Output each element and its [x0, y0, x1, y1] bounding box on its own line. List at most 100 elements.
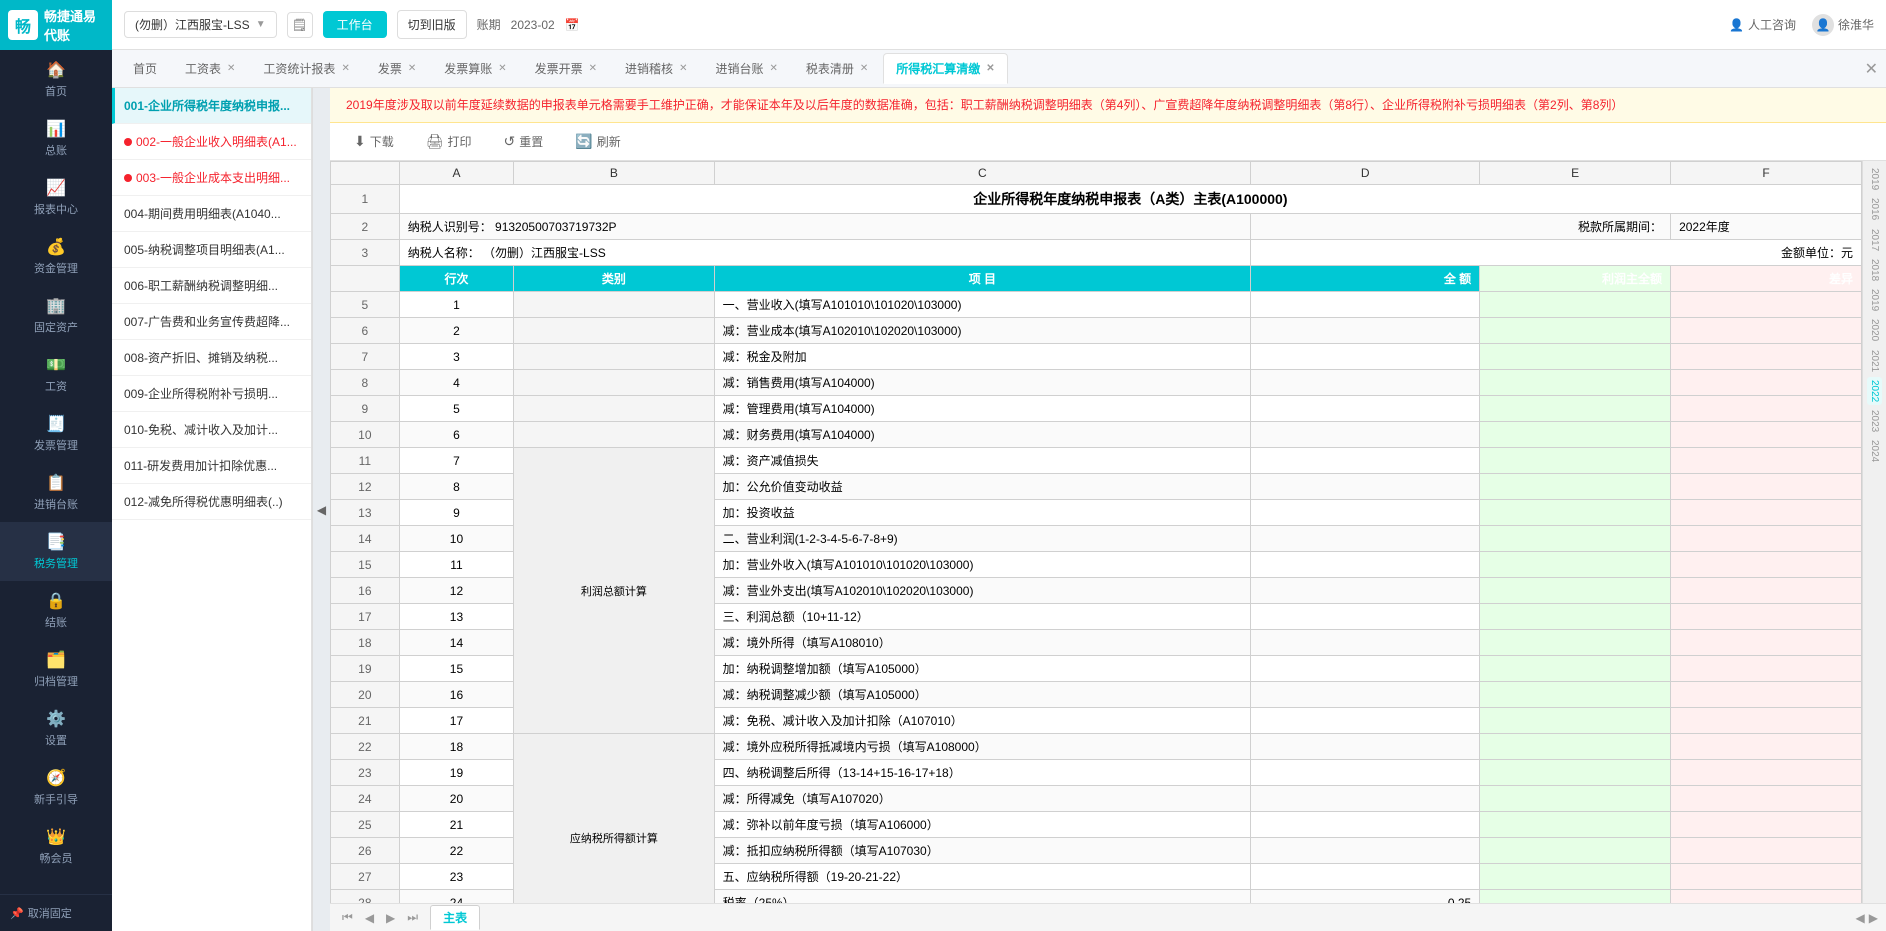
- left-panel-item-012[interactable]: 012-减免所得税优惠明细表(..): [112, 484, 311, 520]
- sheet-nav-last-icon[interactable]: ⏭: [403, 910, 422, 925]
- sidebar-item-tax[interactable]: 📑税务管理: [0, 522, 112, 581]
- row-profit[interactable]: [1480, 318, 1671, 344]
- tab-close-icon[interactable]: ✕: [986, 63, 994, 74]
- row-diff[interactable]: [1671, 448, 1862, 474]
- sidebar-item-settings[interactable]: ⚙️设置: [0, 699, 112, 758]
- tab-发票算账[interactable]: 发票算账✕: [431, 53, 519, 84]
- row-profit[interactable]: [1480, 422, 1671, 448]
- year-2019[interactable]: 2019: [1867, 165, 1882, 193]
- year-2019[interactable]: 2019: [1867, 286, 1882, 314]
- sheet-tab-main[interactable]: 主表: [430, 905, 480, 930]
- tab-close-icon[interactable]: ✕: [227, 63, 235, 74]
- row-profit[interactable]: [1480, 838, 1671, 864]
- row-item[interactable]: 一、营业收入(填写A101010\101020\103000): [714, 292, 1251, 318]
- tab-进销稽核[interactable]: 进销稽核✕: [612, 53, 700, 84]
- left-panel-item-005[interactable]: 005-纳税调整项目明细表(A1...: [112, 232, 311, 268]
- topbar-close-icon[interactable]: ✕: [1865, 59, 1878, 79]
- calendar-icon[interactable]: 📅: [565, 18, 580, 32]
- row-diff[interactable]: [1671, 396, 1862, 422]
- row-profit[interactable]: [1480, 578, 1671, 604]
- year-2023[interactable]: 2023: [1867, 407, 1882, 435]
- row-value[interactable]: [1251, 318, 1480, 344]
- tab-所得税汇算清缴[interactable]: 所得税汇算清缴✕: [883, 53, 1007, 84]
- row-diff[interactable]: [1671, 474, 1862, 500]
- row-value[interactable]: [1251, 682, 1480, 708]
- row-profit[interactable]: [1480, 344, 1671, 370]
- row-item[interactable]: 减：财务费用(填写A104000): [714, 422, 1251, 448]
- year-2016[interactable]: 2016: [1867, 195, 1882, 223]
- row-profit[interactable]: [1480, 500, 1671, 526]
- left-panel-item-010[interactable]: 010-免税、减计收入及加计...: [112, 412, 311, 448]
- year-2024[interactable]: 2024: [1867, 437, 1882, 465]
- row-profit[interactable]: [1480, 656, 1671, 682]
- tab-close-icon[interactable]: ✕: [341, 63, 349, 74]
- row-value[interactable]: [1251, 448, 1480, 474]
- sidebar-item-close[interactable]: 🔒结账: [0, 581, 112, 640]
- row-diff[interactable]: [1671, 292, 1862, 318]
- row-item[interactable]: 减：税金及附加: [714, 344, 1251, 370]
- tab-close-icon[interactable]: ✕: [589, 63, 597, 74]
- sidebar-item-report[interactable]: 📈报表中心: [0, 168, 112, 227]
- row-value[interactable]: [1251, 864, 1480, 890]
- left-panel-item-007[interactable]: 007-广告费和业务宣传费超降...: [112, 304, 311, 340]
- row-item[interactable]: 减：免税、减计收入及加计扣除（A107010）: [714, 708, 1251, 734]
- row-profit[interactable]: [1480, 448, 1671, 474]
- row-value[interactable]: [1251, 500, 1480, 526]
- tab-close-icon[interactable]: ✕: [860, 63, 868, 74]
- sidebar-item-home[interactable]: 🏠首页: [0, 50, 112, 109]
- row-value[interactable]: [1251, 292, 1480, 318]
- sidebar-item-member[interactable]: 👑畅会员: [0, 817, 112, 876]
- company-selector[interactable]: (勿删）江西服宝-LSS ▼: [124, 11, 277, 38]
- year-2021[interactable]: 2021: [1867, 347, 1882, 375]
- row-value[interactable]: [1251, 708, 1480, 734]
- row-item[interactable]: 减：所得减免（填写A107020）: [714, 786, 1251, 812]
- unpin-button[interactable]: 📌 取消固定: [0, 894, 112, 931]
- row-profit[interactable]: [1480, 630, 1671, 656]
- row-diff[interactable]: [1671, 344, 1862, 370]
- row-value[interactable]: [1251, 604, 1480, 630]
- sidebar-item-ledger[interactable]: 📊总账: [0, 109, 112, 168]
- row-profit[interactable]: [1480, 552, 1671, 578]
- tab-工资统计报表[interactable]: 工资统计报表✕: [250, 53, 362, 84]
- row-item[interactable]: 减：境外应税所得抵减境内亏损（填写A108000）: [714, 734, 1251, 760]
- row-diff[interactable]: [1671, 708, 1862, 734]
- row-profit[interactable]: [1480, 812, 1671, 838]
- doc-icon[interactable]: 🗒: [287, 12, 313, 38]
- left-panel-item-001[interactable]: 001-企业所得税年度纳税申报...: [112, 88, 311, 124]
- row-item[interactable]: 减：境外所得（填写A108010）: [714, 630, 1251, 656]
- left-panel-item-008[interactable]: 008-资产折旧、摊销及纳税...: [112, 340, 311, 376]
- row-diff[interactable]: [1671, 812, 1862, 838]
- row-item[interactable]: 减：抵扣应纳税所得额（填写A107030）: [714, 838, 1251, 864]
- row-item[interactable]: 三、利润总额（10+11-12）: [714, 604, 1251, 630]
- row-value[interactable]: [1251, 370, 1480, 396]
- tab-close-icon[interactable]: ✕: [679, 63, 687, 74]
- row-diff[interactable]: [1671, 604, 1862, 630]
- row-diff[interactable]: [1671, 656, 1862, 682]
- row-value[interactable]: [1251, 838, 1480, 864]
- year-2017[interactable]: 2017: [1867, 226, 1882, 254]
- row-diff[interactable]: [1671, 578, 1862, 604]
- tab-工资表[interactable]: 工资表✕: [172, 53, 248, 84]
- tab-发票[interactable]: 发票✕: [365, 53, 429, 84]
- row-value[interactable]: [1251, 760, 1480, 786]
- tab-close-icon[interactable]: ✕: [408, 63, 416, 74]
- row-value[interactable]: [1251, 656, 1480, 682]
- row-profit[interactable]: [1480, 604, 1671, 630]
- row-diff[interactable]: [1671, 370, 1862, 396]
- row-profit[interactable]: [1480, 526, 1671, 552]
- row-item[interactable]: 减：弥补以前年度亏损（填写A106000）: [714, 812, 1251, 838]
- row-value[interactable]: [1251, 812, 1480, 838]
- row-value[interactable]: [1251, 474, 1480, 500]
- tab-税表清册[interactable]: 税表清册✕: [793, 53, 881, 84]
- print-button[interactable]: 🖨 打印: [418, 129, 480, 154]
- tab-发票开票[interactable]: 发票开票✕: [522, 53, 610, 84]
- row-diff[interactable]: [1671, 500, 1862, 526]
- left-panel-item-004[interactable]: 004-期间费用明细表(A1040...: [112, 196, 311, 232]
- row-diff[interactable]: [1671, 682, 1862, 708]
- switch-old-button[interactable]: 切到旧版: [397, 10, 467, 39]
- row-item[interactable]: 减：销售费用(填写A104000): [714, 370, 1251, 396]
- row-item[interactable]: 四、纳税调整后所得（13-14+15-16-17+18）: [714, 760, 1251, 786]
- row-value[interactable]: [1251, 786, 1480, 812]
- row-diff[interactable]: [1671, 734, 1862, 760]
- row-item[interactable]: 五、应纳税所得额（19-20-21-22）: [714, 864, 1251, 890]
